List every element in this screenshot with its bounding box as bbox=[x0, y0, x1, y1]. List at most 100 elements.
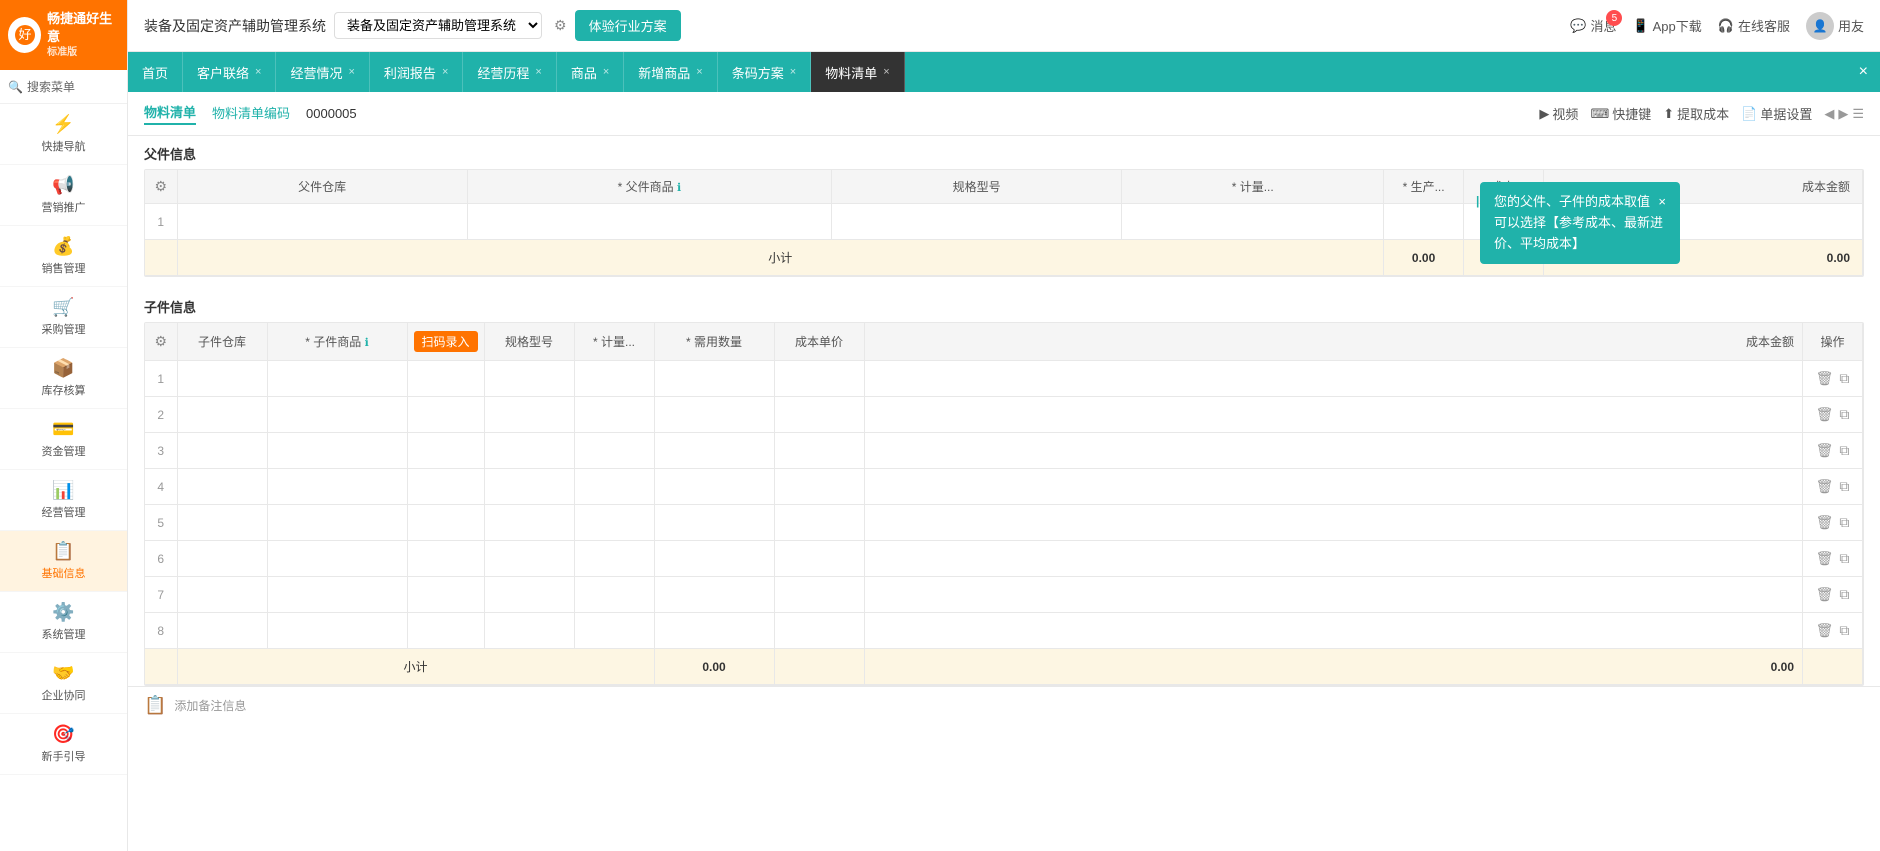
settings-gear-icon[interactable]: ⚙ bbox=[554, 17, 567, 34]
child-delete-btn-2[interactable]: 🗑 bbox=[1816, 406, 1834, 423]
child-product-6[interactable] bbox=[267, 541, 407, 577]
child-unit-price-3[interactable] bbox=[774, 433, 864, 469]
child-spec-2[interactable] bbox=[484, 397, 574, 433]
child-delete-btn-7[interactable]: 🗑 bbox=[1816, 586, 1834, 603]
single-settings-btn[interactable]: 📄 单据设置 bbox=[1741, 104, 1812, 123]
tab-bom-close[interactable]: × bbox=[883, 66, 889, 78]
child-copy-btn-2[interactable]: ⧉ bbox=[1839, 406, 1849, 423]
scan-input-btn[interactable]: 扫码录入 bbox=[414, 331, 478, 352]
child-spec-5[interactable] bbox=[484, 505, 574, 541]
child-warehouse-6[interactable] bbox=[177, 541, 267, 577]
child-delete-btn-1[interactable]: 🗑 bbox=[1816, 370, 1834, 387]
child-product-2[interactable] bbox=[267, 397, 407, 433]
child-quantity-7[interactable] bbox=[654, 577, 774, 613]
tooltip-close-btn[interactable]: × bbox=[1658, 192, 1666, 213]
child-delete-btn-3[interactable]: 🗑 bbox=[1816, 442, 1834, 459]
tab-business-close[interactable]: × bbox=[348, 66, 354, 78]
sidebar-item-basic-info[interactable]: 📋 基础信息 bbox=[0, 531, 127, 592]
experience-btn[interactable]: 体验行业方案 bbox=[575, 10, 681, 41]
tab-profit[interactable]: 利润报告× bbox=[370, 52, 463, 92]
tab-home[interactable]: 首页 bbox=[128, 52, 183, 92]
sidebar-item-finance[interactable]: 💳 资金管理 bbox=[0, 409, 127, 470]
shortcut-btn[interactable]: ⌨ 快捷键 bbox=[1590, 104, 1651, 123]
tab-goods-close[interactable]: × bbox=[603, 66, 609, 78]
parent-produce-1[interactable] bbox=[1384, 204, 1464, 240]
tab-goods[interactable]: 商品× bbox=[557, 52, 624, 92]
child-unit-7[interactable] bbox=[574, 577, 654, 613]
sidebar-item-purchase[interactable]: 🛒 采购管理 bbox=[0, 287, 127, 348]
tab-barcode-close[interactable]: × bbox=[790, 66, 796, 78]
bottom-list-icon[interactable]: 📋 bbox=[144, 695, 166, 716]
child-copy-btn-7[interactable]: ⧉ bbox=[1839, 586, 1849, 603]
tab-bom[interactable]: 物料清单× bbox=[811, 52, 904, 92]
child-delete-btn-5[interactable]: 🗑 bbox=[1816, 514, 1834, 531]
nav-menu-btn[interactable]: ☰ bbox=[1852, 106, 1864, 122]
child-copy-btn-1[interactable]: ⧉ bbox=[1839, 370, 1849, 387]
child-warehouse-3[interactable] bbox=[177, 433, 267, 469]
sidebar-item-marketing[interactable]: 📢 营销推广 bbox=[0, 165, 127, 226]
tab-customer-close[interactable]: × bbox=[255, 66, 261, 78]
child-product-3[interactable] bbox=[267, 433, 407, 469]
child-unit-4[interactable] bbox=[574, 469, 654, 505]
child-warehouse-1[interactable] bbox=[177, 361, 267, 397]
child-unit-price-7[interactable] bbox=[774, 577, 864, 613]
child-warehouse-2[interactable] bbox=[177, 397, 267, 433]
sidebar-item-enterprise[interactable]: 🤝 企业协同 bbox=[0, 653, 127, 714]
message-btn[interactable]: 💬 消息 5 bbox=[1570, 16, 1616, 35]
child-product-5[interactable] bbox=[267, 505, 407, 541]
extract-cost-btn[interactable]: ⬆ 提取成本 bbox=[1663, 104, 1729, 123]
child-quantity-5[interactable] bbox=[654, 505, 774, 541]
child-warehouse-7[interactable] bbox=[177, 577, 267, 613]
nav-next-btn[interactable]: ▶ bbox=[1838, 106, 1848, 122]
online-service-btn[interactable]: 🎧 在线客服 bbox=[1718, 16, 1790, 35]
child-spec-6[interactable] bbox=[484, 541, 574, 577]
sidebar-search[interactable]: 🔍 搜索菜单 bbox=[0, 70, 127, 104]
child-unit-8[interactable] bbox=[574, 613, 654, 649]
child-copy-btn-5[interactable]: ⧉ bbox=[1839, 514, 1849, 531]
child-warehouse-5[interactable] bbox=[177, 505, 267, 541]
parent-unit-1[interactable] bbox=[1122, 204, 1384, 240]
sidebar-item-inventory[interactable]: 📦 库存核算 bbox=[0, 348, 127, 409]
child-unit-3[interactable] bbox=[574, 433, 654, 469]
child-warehouse-4[interactable] bbox=[177, 469, 267, 505]
tab-profit-close[interactable]: × bbox=[442, 66, 448, 78]
sub-tab-bom[interactable]: 物料清单 bbox=[144, 102, 196, 125]
child-spec-4[interactable] bbox=[484, 469, 574, 505]
child-unit-1[interactable] bbox=[574, 361, 654, 397]
child-col-gear[interactable]: ⚙ bbox=[145, 323, 177, 361]
user-btn[interactable]: 👤 用友 bbox=[1806, 12, 1864, 40]
sidebar-item-quick-nav[interactable]: ⚡ 快捷导航 bbox=[0, 104, 127, 165]
sidebar-item-operations[interactable]: 📊 经营管理 bbox=[0, 470, 127, 531]
child-unit-2[interactable] bbox=[574, 397, 654, 433]
child-quantity-1[interactable] bbox=[654, 361, 774, 397]
tab-barcode[interactable]: 条码方案× bbox=[718, 52, 811, 92]
tab-history[interactable]: 经营历程× bbox=[463, 52, 556, 92]
child-copy-btn-6[interactable]: ⧉ bbox=[1839, 550, 1849, 567]
child-product-7[interactable] bbox=[267, 577, 407, 613]
child-unit-6[interactable] bbox=[574, 541, 654, 577]
child-spec-1[interactable] bbox=[484, 361, 574, 397]
parent-product-1[interactable] bbox=[467, 204, 831, 240]
sidebar-item-system[interactable]: ⚙️ 系统管理 bbox=[0, 592, 127, 653]
child-copy-btn-4[interactable]: ⧉ bbox=[1839, 478, 1849, 495]
child-copy-btn-3[interactable]: ⧉ bbox=[1839, 442, 1849, 459]
child-product-8[interactable] bbox=[267, 613, 407, 649]
sub-tab-bom-code[interactable]: 物料清单编码 bbox=[212, 103, 290, 124]
system-selector[interactable]: 装备及固定资产辅助管理系统 bbox=[334, 12, 542, 39]
child-delete-btn-6[interactable]: 🗑 bbox=[1816, 550, 1834, 567]
child-warehouse-8[interactable] bbox=[177, 613, 267, 649]
close-all-tabs-btn[interactable]: × bbox=[1847, 63, 1880, 81]
child-spec-3[interactable] bbox=[484, 433, 574, 469]
child-quantity-2[interactable] bbox=[654, 397, 774, 433]
sidebar-item-sales[interactable]: 💰 销售管理 bbox=[0, 226, 127, 287]
child-unit-price-8[interactable] bbox=[774, 613, 864, 649]
parent-col-gear[interactable]: ⚙ bbox=[145, 170, 177, 204]
nav-prev-btn[interactable]: ◀ bbox=[1824, 106, 1834, 122]
child-unit-price-4[interactable] bbox=[774, 469, 864, 505]
video-btn[interactable]: ▶ 视频 bbox=[1539, 104, 1578, 123]
tab-new-goods-close[interactable]: × bbox=[696, 66, 702, 78]
app-download-btn[interactable]: 📱 App下载 bbox=[1632, 16, 1701, 35]
child-delete-btn-8[interactable]: 🗑 bbox=[1816, 622, 1834, 639]
child-copy-btn-8[interactable]: ⧉ bbox=[1839, 622, 1849, 639]
child-spec-8[interactable] bbox=[484, 613, 574, 649]
